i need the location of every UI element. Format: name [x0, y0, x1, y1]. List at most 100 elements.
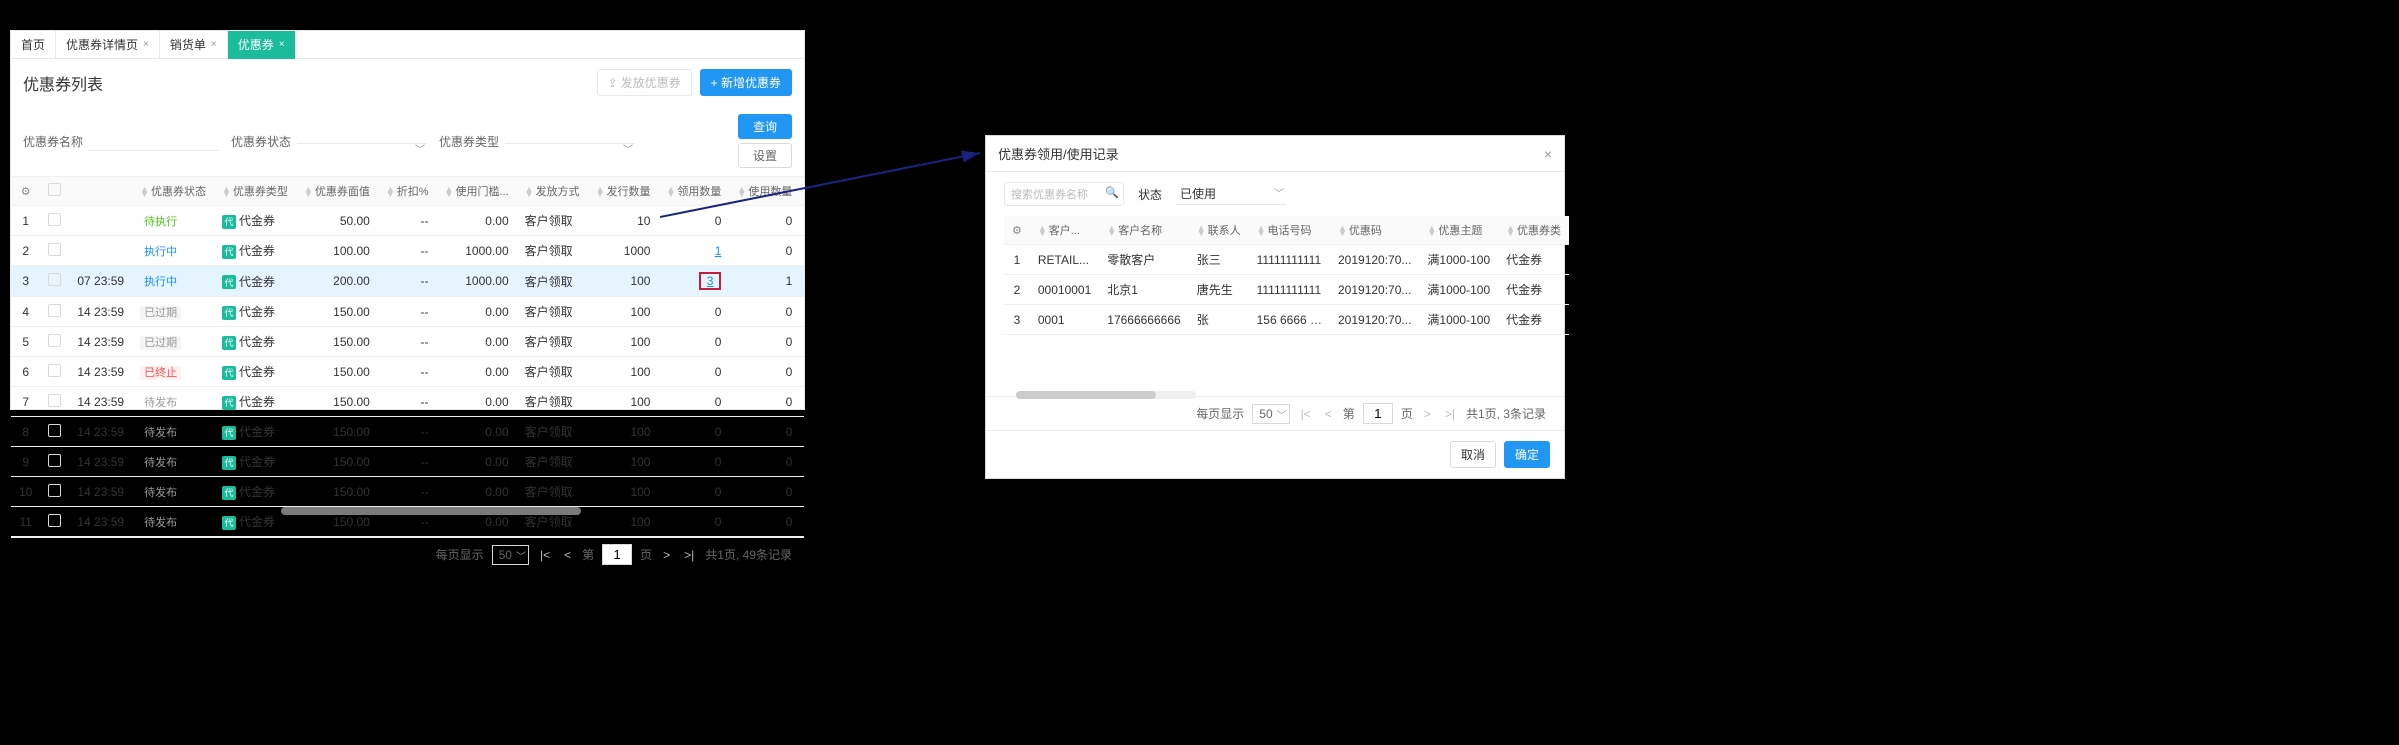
first-page-button[interactable]: |< — [537, 548, 553, 562]
settings-button[interactable]: 设置 — [738, 143, 792, 168]
col-discount[interactable]: ▲▼折扣% — [378, 177, 437, 206]
type: 代金券 — [1498, 245, 1569, 275]
col-subject[interactable]: ▲▼优惠主题 — [1419, 216, 1498, 245]
row-checkbox[interactable] — [48, 304, 61, 317]
cust-name: 17666666666 — [1099, 305, 1188, 335]
prev-page-button[interactable]: < — [561, 548, 574, 562]
per-page-select[interactable]: 50﹀ — [492, 545, 529, 565]
per-page-label: 每页显示 — [436, 546, 484, 563]
table-row[interactable]: 614 23:59已终止代代金券150.00--0.00客户领取10000↗▦ — [11, 357, 804, 387]
first-page-button[interactable]: |< — [1298, 407, 1314, 421]
col-claim[interactable]: ▲▼领用数量 — [658, 177, 729, 206]
claim-count-link[interactable]: 1 — [715, 244, 722, 258]
close-icon[interactable]: × — [1544, 146, 1552, 162]
confirm-button[interactable]: 确定 — [1504, 441, 1550, 468]
col-status[interactable]: ▲▼优惠券状态 — [132, 177, 214, 206]
table-row[interactable]: 914 23:59待发布代代金券150.00--0.00客户领取10000↗▦ — [11, 447, 804, 477]
row-status: 执行中 — [132, 266, 214, 297]
table-row[interactable]: 3000117666666666张156 6666 …2019120:70...… — [1004, 305, 1569, 335]
row-face: 100.00 — [296, 236, 378, 266]
coupon-type-select[interactable]: ﹀ — [505, 139, 635, 144]
row-checkbox[interactable] — [48, 213, 61, 226]
col-type[interactable]: ▲▼优惠券类型 — [214, 177, 296, 206]
col-contact[interactable]: ▲▼联系人 — [1189, 216, 1249, 245]
col-checkbox[interactable] — [40, 177, 69, 206]
table-row[interactable]: 414 23:59已过期代代金券150.00--0.00客户领取10000↗▦ — [11, 297, 804, 327]
cancel-button[interactable]: 取消 — [1450, 441, 1496, 468]
table-row[interactable]: 200010001北京1唐先生111111111112019120:70...满… — [1004, 275, 1569, 305]
row-checkbox[interactable] — [48, 334, 61, 347]
row-checkbox[interactable] — [48, 424, 61, 437]
issue-coupon-button[interactable]: ⇪发放优惠券 — [597, 69, 692, 96]
col-type[interactable]: ▲▼优惠券类 — [1498, 216, 1569, 245]
coupon-status-select[interactable]: ﹀ — [297, 139, 427, 144]
col-face[interactable]: ▲▼优惠券面值 — [296, 177, 378, 206]
col-method[interactable]: ▲▼发放方式 — [517, 177, 588, 206]
page-input[interactable] — [602, 544, 632, 565]
close-icon[interactable]: × — [279, 39, 285, 50]
row-checkbox[interactable] — [48, 243, 61, 256]
row-number: 9 — [11, 447, 40, 477]
next-page-button[interactable]: > — [1421, 407, 1434, 421]
row-checkbox[interactable] — [48, 484, 61, 497]
col-gear[interactable]: ⚙ — [11, 177, 40, 206]
row-checkbox[interactable] — [48, 364, 61, 377]
filter-bar: 优惠券名称 优惠券状态 ﹀ 优惠券类型 ﹀ 查询 设置 — [11, 106, 804, 177]
table-row[interactable]: 1待执行代代金券50.00--0.00客户领取1000↗▦ — [11, 206, 804, 236]
row-status: 已过期 — [132, 327, 214, 357]
tab-detail[interactable]: 优惠券详情页× — [56, 31, 160, 59]
table-row[interactable]: 307 23:59执行中代代金券200.00--1000.00客户领取10031… — [11, 266, 804, 297]
row-actions: ↗▦ — [800, 477, 804, 507]
last-page-button[interactable]: >| — [681, 548, 697, 562]
row-checkbox[interactable] — [48, 514, 61, 527]
table-row[interactable]: 1014 23:59待发布代代金券150.00--0.00客户领取10000↗▦ — [11, 477, 804, 507]
per-page-select[interactable]: 50﹀ — [1252, 404, 1289, 424]
checkbox-all[interactable] — [48, 183, 61, 196]
col-cust-name[interactable]: ▲▼客户名称 — [1099, 216, 1188, 245]
row-time: 14 23:59 — [69, 297, 132, 327]
modal-horizontal-scrollbar[interactable] — [1016, 391, 1196, 399]
tab-label: 优惠券 — [238, 36, 274, 53]
col-gear[interactable]: ⚙ — [1004, 216, 1030, 245]
row-claim: 0 — [658, 417, 729, 447]
table-row[interactable]: 2执行中代代金券100.00--1000.00客户领取100010↗▦ — [11, 236, 804, 266]
close-icon[interactable]: × — [143, 39, 149, 50]
table-row[interactable]: 1RETAIL...零散客户张三111111111112019120:70...… — [1004, 245, 1569, 275]
row-checkbox[interactable] — [48, 273, 61, 286]
row-number: 11 — [11, 507, 40, 537]
page-input[interactable] — [1363, 403, 1393, 424]
tab-home[interactable]: 首页 — [11, 31, 56, 59]
col-threshold[interactable]: ▲▼使用门槛... — [437, 177, 517, 206]
tab-coupon[interactable]: 优惠券 × — [228, 31, 296, 59]
col-issue[interactable]: ▲▼发行数量 — [588, 177, 659, 206]
add-coupon-button[interactable]: + 新增优惠券 — [700, 69, 792, 96]
modal-search-input[interactable]: 搜索优惠券名称 🔍 — [1004, 182, 1124, 206]
col-phone[interactable]: ▲▼电话号码 — [1249, 216, 1330, 245]
search-button[interactable]: 查询 — [738, 114, 792, 139]
row-use: 0 — [729, 327, 800, 357]
row-issue: 100 — [588, 327, 659, 357]
row-type: 代代金券 — [214, 387, 296, 417]
row-face: 150.00 — [296, 417, 378, 447]
row-claim: 3 — [658, 266, 729, 297]
next-page-button[interactable]: > — [660, 548, 673, 562]
table-row[interactable]: 714 23:59待发布代代金券150.00--0.00客户领取10000↗▦ — [11, 387, 804, 417]
row-face: 150.00 — [296, 297, 378, 327]
close-icon[interactable]: × — [211, 39, 217, 50]
col-code[interactable]: ▲▼优惠码 — [1330, 216, 1419, 245]
row-checkbox[interactable] — [48, 454, 61, 467]
horizontal-scrollbar[interactable] — [281, 507, 581, 515]
coupon-name-input[interactable] — [89, 131, 219, 151]
col-use[interactable]: ▲▼使用数量 — [729, 177, 800, 206]
gear-icon: ⚙ — [1012, 225, 1022, 237]
col-cust-no[interactable]: ▲▼客户... — [1030, 216, 1099, 245]
table-row[interactable]: 814 23:59待发布代代金券150.00--0.00客户领取10000↗▦ — [11, 417, 804, 447]
row-checkbox[interactable] — [48, 394, 61, 407]
claim-count-link[interactable]: 3 — [699, 272, 722, 290]
voucher-icon: 代 — [222, 456, 236, 470]
table-row[interactable]: 514 23:59已过期代代金券150.00--0.00客户领取10000↗▦ — [11, 327, 804, 357]
prev-page-button[interactable]: < — [1322, 407, 1335, 421]
modal-status-select[interactable]: 已使用 ﹀ — [1176, 183, 1286, 205]
last-page-button[interactable]: >| — [1442, 407, 1458, 421]
tab-sales[interactable]: 销货单× — [160, 31, 228, 59]
